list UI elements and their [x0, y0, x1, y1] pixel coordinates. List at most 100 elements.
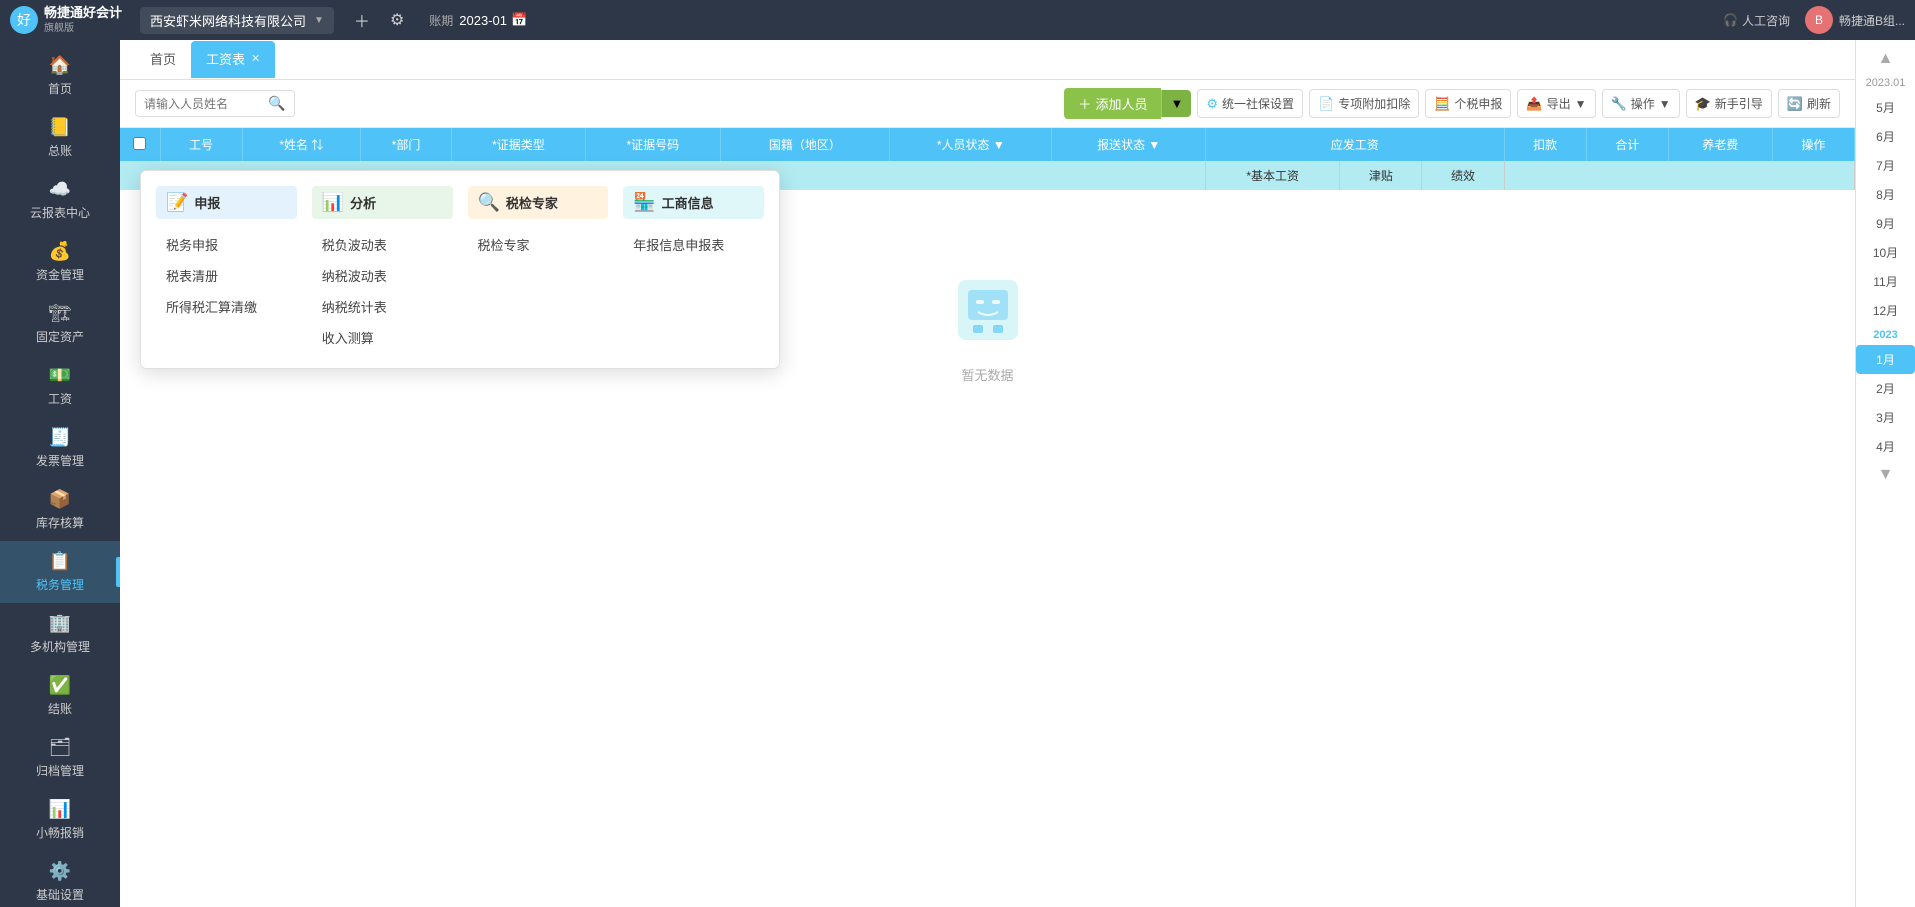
- search-input[interactable]: [144, 97, 264, 111]
- tax-stats-item[interactable]: 纳税统计表: [312, 291, 453, 322]
- id-type-header: *证据类型: [451, 128, 585, 161]
- calendar-icon[interactable]: 📅: [511, 12, 527, 28]
- timeline-down-nav[interactable]: ▼: [1873, 461, 1899, 489]
- sidebar-item-xiaochang[interactable]: 📊 小畅报销: [0, 789, 120, 851]
- export-button[interactable]: 📤 导出 ▼: [1517, 89, 1595, 118]
- right-panel: ▲ 2023.01 5月 6月 7月 8月 9月 10月 11月 12月 202…: [1855, 40, 1915, 907]
- sidebar-label-home: 首页: [48, 80, 72, 97]
- export-icon: 📤: [1526, 96, 1542, 112]
- add-dropdown-button[interactable]: ▼: [1161, 90, 1191, 117]
- tax-declare-item[interactable]: 税务申报: [156, 229, 297, 260]
- app-version: 旗舰版: [44, 22, 122, 35]
- active-indicator: [116, 557, 120, 587]
- sidebar-item-assets[interactable]: 🏗 固定资产: [0, 293, 120, 355]
- expert-section-icon: 🔍: [478, 192, 500, 213]
- add-people-button[interactable]: ＋ 添加人员: [1064, 88, 1161, 119]
- select-all-checkbox[interactable]: [133, 137, 146, 150]
- expert-section-title: 税检专家: [506, 193, 558, 212]
- timeline-month-12[interactable]: 12月: [1856, 296, 1915, 325]
- timeline-month-4[interactable]: 4月: [1856, 432, 1915, 461]
- timeline-month-5[interactable]: 5月: [1856, 93, 1915, 122]
- sidebar-icon-inventory: 📦: [49, 489, 71, 510]
- sidebar-item-fund[interactable]: 💰 资金管理: [0, 231, 120, 293]
- timeline-up-nav[interactable]: ▲: [1873, 45, 1899, 73]
- settings-button[interactable]: ⚙: [385, 8, 409, 32]
- tab-home[interactable]: 首页: [135, 41, 191, 78]
- sidebar-item-invoice[interactable]: 🧾 发票管理: [0, 417, 120, 479]
- sidebar-item-salary[interactable]: 💵 工资: [0, 355, 120, 417]
- timeline-month-10[interactable]: 10月: [1856, 238, 1915, 267]
- company-selector[interactable]: 西安虾米网络科技有限公司 ▼: [140, 7, 334, 34]
- biz-section-icon: 🏪: [633, 192, 655, 213]
- timeline-month-6[interactable]: 6月: [1856, 122, 1915, 151]
- timeline-month-7[interactable]: 7月: [1856, 151, 1915, 180]
- income-calc-item[interactable]: 所得税汇算清缴: [156, 291, 297, 322]
- new-guide-button[interactable]: 🎓 新手引导: [1686, 89, 1772, 118]
- personal-tax-label: 个税申报: [1454, 95, 1502, 112]
- sidebar-item-cloud-report[interactable]: ☁️ 云报表中心: [0, 169, 120, 231]
- id-number-header: *证据号码: [586, 128, 720, 161]
- operation-label: 操作: [1631, 95, 1655, 112]
- sidebar-label-settle: 结账: [48, 700, 72, 717]
- timeline-month-8[interactable]: 8月: [1856, 180, 1915, 209]
- sidebar-label-basic: 基础设置: [36, 886, 84, 903]
- sidebar-label-invoice: 发票管理: [36, 452, 84, 469]
- timeline-month-3[interactable]: 3月: [1856, 403, 1915, 432]
- logo-text: 畅捷通好会计 旗舰版: [44, 5, 122, 35]
- declare-section-icon: 📝: [166, 192, 188, 213]
- action-header: 操作: [1772, 128, 1854, 161]
- sidebar-item-inventory[interactable]: 📦 库存核算: [0, 479, 120, 541]
- checkbox-col-header[interactable]: [120, 128, 160, 161]
- special-deduction-label: 专项附加扣除: [1338, 95, 1410, 112]
- tab-bar: 首页 工资表 ✕: [120, 40, 1855, 80]
- allowance-sub-header: 津贴: [1340, 161, 1422, 190]
- operation-button[interactable]: 🔧 操作 ▼: [1602, 89, 1680, 118]
- sidebar-item-archive[interactable]: 🗂 归档管理: [0, 727, 120, 789]
- annual-report-item[interactable]: 年报信息申报表: [623, 229, 764, 260]
- sidebar-icon-settle: ✅: [49, 675, 71, 696]
- toolbar: 🔍 ＋ 添加人员 ▼ ⚙ 统一社保设置 📄 专项附加扣除: [120, 80, 1855, 128]
- sidebar-icon-archive: 🗂: [49, 737, 72, 758]
- sidebar-item-basic[interactable]: ⚙️ 基础设置: [0, 851, 120, 907]
- sidebar-item-ledger[interactable]: 📒 总账: [0, 107, 120, 169]
- export-dropdown-icon: ▼: [1575, 97, 1587, 111]
- tab-close-button[interactable]: ✕: [251, 52, 260, 65]
- timeline-month-11[interactable]: 11月: [1856, 267, 1915, 296]
- sidebar-icon-tax: 📋: [49, 551, 71, 572]
- add-company-button[interactable]: ＋: [349, 6, 375, 34]
- user-area[interactable]: B 畅捷通B组...: [1805, 6, 1905, 34]
- tab-salary-table[interactable]: 工资表 ✕: [191, 41, 275, 78]
- report-status-header: 报送状态 ▼: [1052, 128, 1206, 161]
- analysis-section-title: 分析: [350, 193, 376, 212]
- personal-tax-icon: 🧮: [1434, 96, 1450, 112]
- service-button[interactable]: 🎧 人工咨询: [1723, 12, 1790, 29]
- sidebar-label-inventory: 库存核算: [36, 514, 84, 531]
- company-name: 西安虾米网络科技有限公司: [150, 11, 306, 30]
- tax-table-item[interactable]: 税表清册: [156, 260, 297, 291]
- tax-dynamic-item[interactable]: 纳税波动表: [312, 260, 453, 291]
- tax-fluctuation-item[interactable]: 税负波动表: [312, 229, 453, 260]
- sidebar-item-home[interactable]: 🏠 首页: [0, 45, 120, 107]
- special-deduction-button[interactable]: 📄 专项附加扣除: [1309, 89, 1419, 118]
- plus-icon: ＋: [1078, 94, 1091, 113]
- personal-tax-button[interactable]: 🧮 个税申报: [1425, 89, 1511, 118]
- sidebar-icon-home: 🏠: [49, 55, 71, 76]
- refresh-button[interactable]: 🔄 刷新: [1778, 89, 1840, 118]
- rest-sub-header: [1504, 161, 1854, 190]
- sidebar-item-settle[interactable]: ✅ 结账: [0, 665, 120, 727]
- dropdown-section-expert: 🔍 税检专家 税检专家: [468, 186, 609, 353]
- social-security-button[interactable]: ⚙ 统一社保设置: [1197, 89, 1303, 118]
- nationality-header: 国籍（地区）: [720, 128, 890, 161]
- timeline-month-1[interactable]: 1月: [1856, 345, 1915, 374]
- tax-check-item[interactable]: 税检专家: [468, 229, 609, 260]
- header-actions: ＋ ⚙: [349, 6, 409, 34]
- timeline-month-9[interactable]: 9月: [1856, 209, 1915, 238]
- sidebar-icon-ledger: 📒: [49, 117, 71, 138]
- timeline-month-2[interactable]: 2月: [1856, 374, 1915, 403]
- sidebar-item-tax[interactable]: 📋 税务管理: [0, 541, 120, 603]
- income-calc2-item[interactable]: 收入测算: [312, 322, 453, 353]
- sidebar-item-multi-org[interactable]: 🏢 多机构管理: [0, 603, 120, 665]
- period-value[interactable]: 2023-01: [459, 13, 507, 28]
- sidebar-icon-cloud-report: ☁️: [49, 179, 71, 200]
- dropdown-section-expert-header: 🔍 税检专家: [468, 186, 609, 219]
